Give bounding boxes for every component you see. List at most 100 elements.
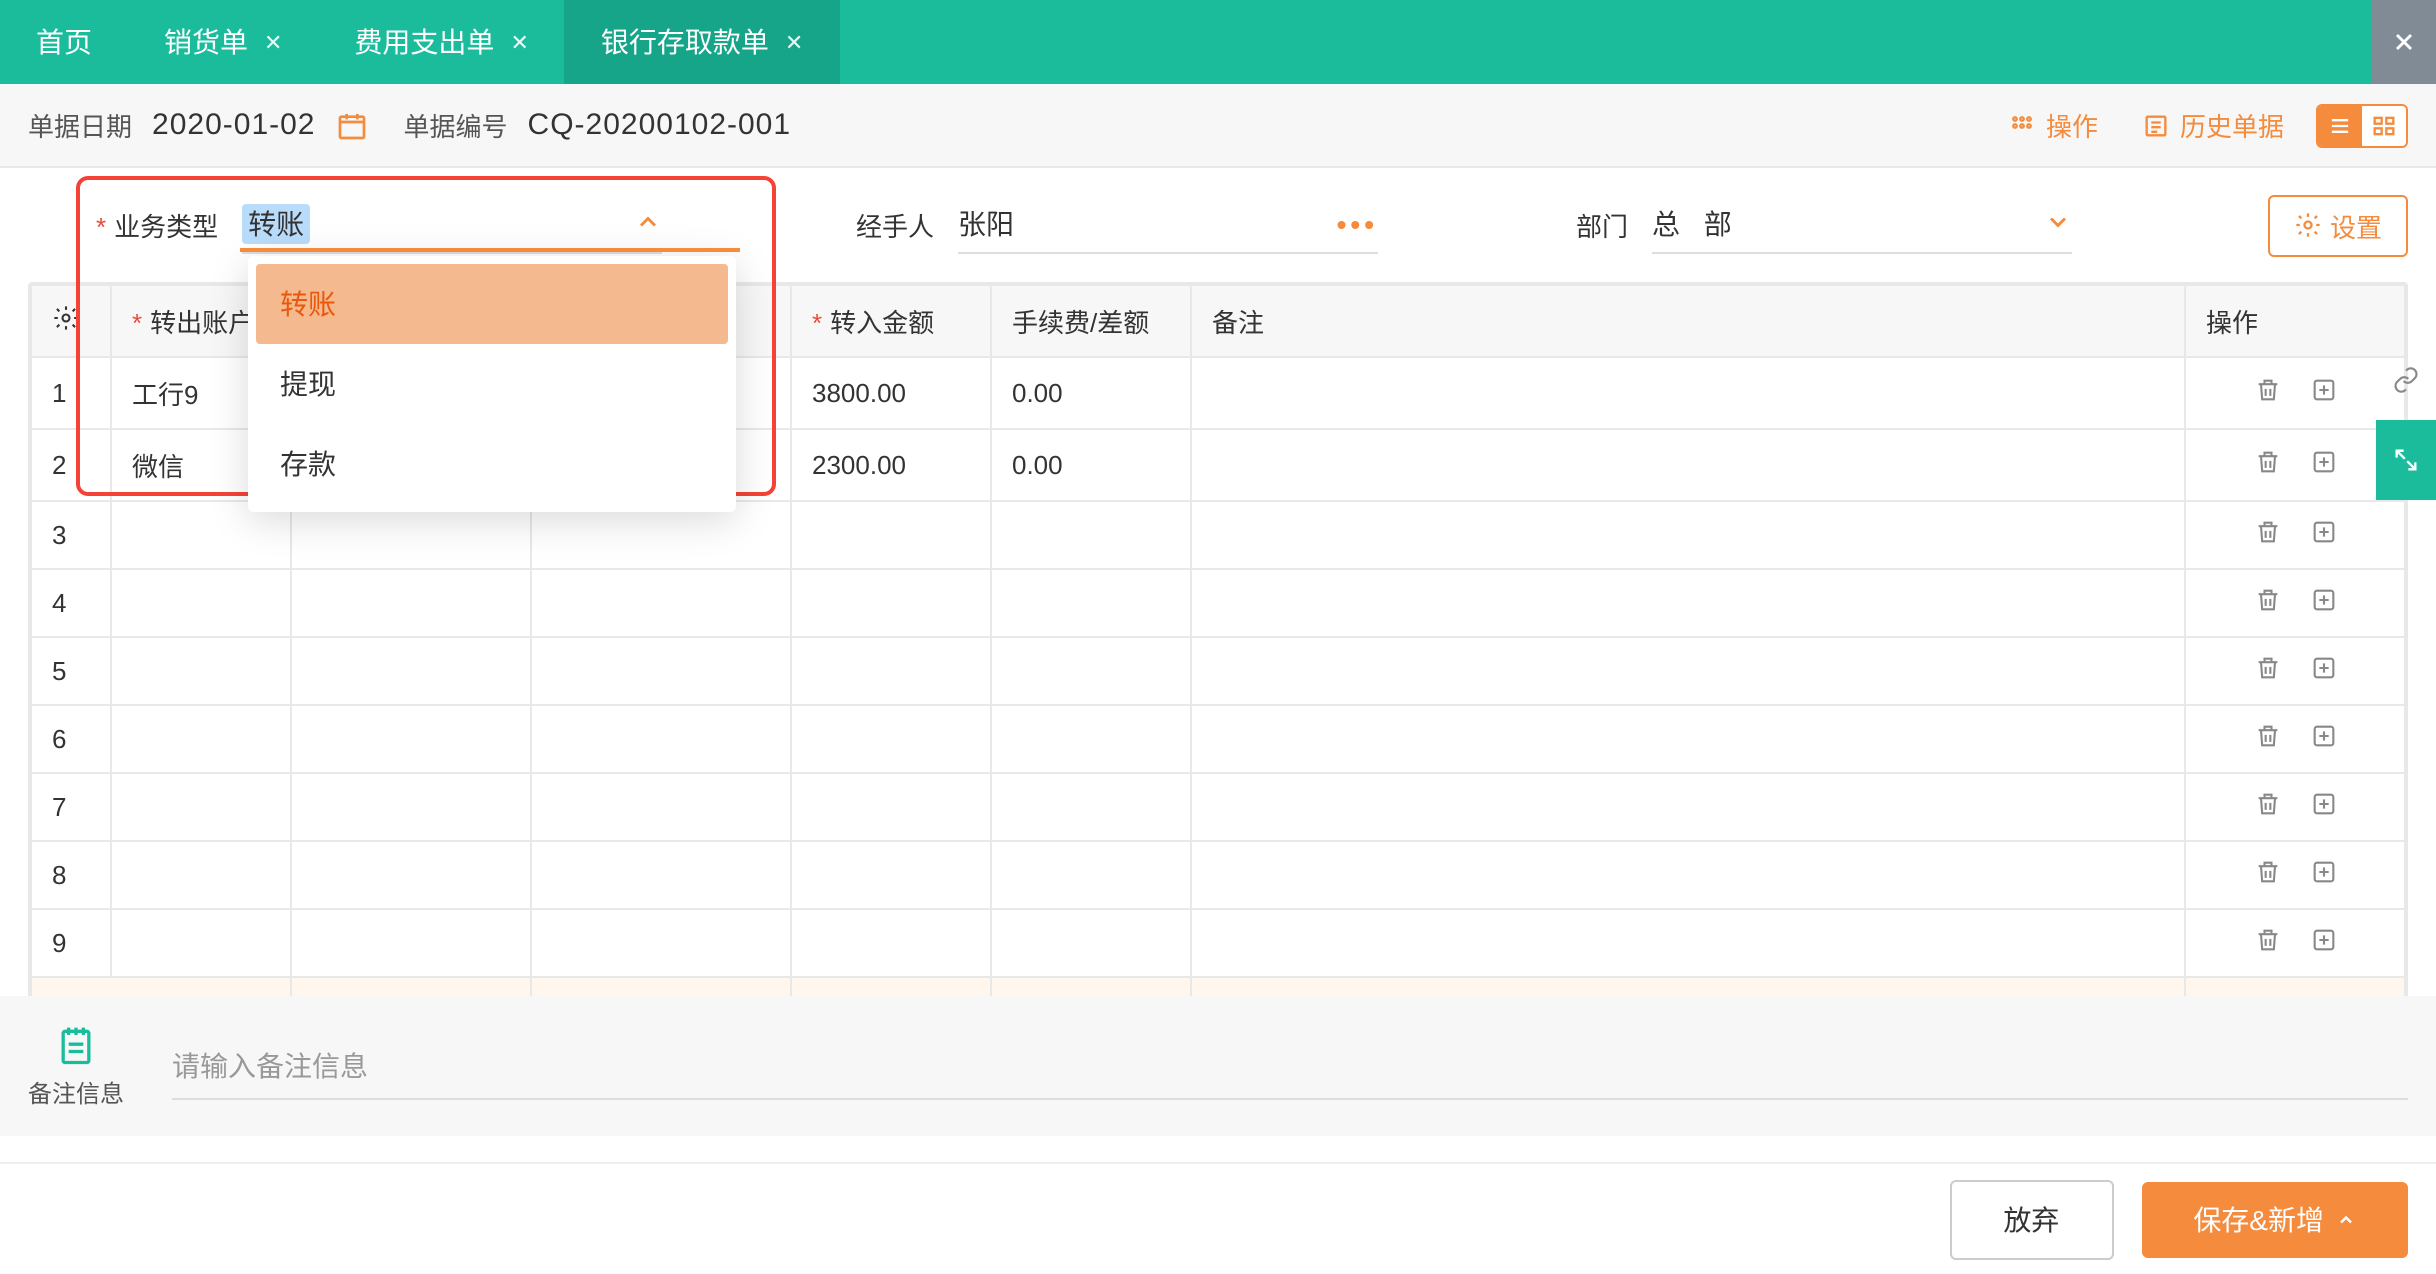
cell-out-acct[interactable] xyxy=(111,637,291,705)
cell-remark[interactable] xyxy=(1191,637,2185,705)
cell-in-acct[interactable] xyxy=(531,773,791,841)
close-icon[interactable]: ✕ xyxy=(510,29,528,55)
cell-in-acct[interactable] xyxy=(531,909,791,977)
delete-row-button[interactable] xyxy=(2253,518,2281,552)
cell-in-amount[interactable] xyxy=(791,841,991,909)
tab-销货单[interactable]: 销货单✕ xyxy=(128,0,318,84)
cell-out-amount[interactable] xyxy=(291,773,531,841)
dept-label: 部门 xyxy=(1576,206,1628,244)
view-list-button[interactable] xyxy=(2318,105,2362,145)
cell-in-amount[interactable] xyxy=(791,909,991,977)
ops-button[interactable]: 操作 xyxy=(1996,106,2110,144)
delete-row-button[interactable] xyxy=(2253,926,2281,960)
row-index: 2 xyxy=(31,429,111,501)
delete-row-button[interactable] xyxy=(2253,376,2281,410)
discard-button[interactable]: 放弃 xyxy=(1949,1179,2113,1259)
cell-fee[interactable] xyxy=(991,773,1191,841)
cell-out-amount[interactable] xyxy=(291,569,531,637)
cell-fee[interactable] xyxy=(991,841,1191,909)
cell-in-amount[interactable] xyxy=(791,773,991,841)
row-index: 1 xyxy=(31,357,111,429)
cell-out-amount[interactable] xyxy=(291,637,531,705)
cell-out-amount[interactable] xyxy=(291,841,531,909)
cell-in-amount[interactable] xyxy=(791,637,991,705)
cell-remark[interactable] xyxy=(1191,357,2185,429)
calendar-icon[interactable] xyxy=(336,109,368,141)
dept-select[interactable]: 总 部 xyxy=(1652,196,2072,254)
insert-row-button[interactable] xyxy=(2309,722,2337,756)
delete-row-button[interactable] xyxy=(2253,722,2281,756)
cell-out-acct[interactable] xyxy=(111,705,291,773)
dropdown-item-提现[interactable]: 提现 xyxy=(256,344,728,424)
insert-row-button[interactable] xyxy=(2309,518,2337,552)
cell-ops xyxy=(2185,705,2405,773)
cell-out-acct[interactable] xyxy=(111,773,291,841)
attachment-button[interactable] xyxy=(2376,340,2436,420)
remark-input[interactable]: 请输入备注信息 xyxy=(172,1033,2408,1099)
insert-row-button[interactable] xyxy=(2309,858,2337,892)
cell-in-amount[interactable] xyxy=(791,569,991,637)
date-value[interactable]: 2020-01-02 xyxy=(152,108,315,142)
cell-remark[interactable] xyxy=(1191,841,2185,909)
cell-ops xyxy=(2185,429,2405,501)
cell-in-acct[interactable] xyxy=(531,705,791,773)
insert-row-button[interactable] xyxy=(2309,586,2337,620)
cell-remark[interactable] xyxy=(1191,773,2185,841)
cell-fee[interactable]: 0.00 xyxy=(991,429,1191,501)
cell-in-acct[interactable] xyxy=(531,841,791,909)
cell-in-amount[interactable]: 2300.00 xyxy=(791,429,991,501)
trash-icon xyxy=(2253,722,2281,750)
view-card-button[interactable] xyxy=(2362,105,2406,145)
cell-remark[interactable] xyxy=(1191,705,2185,773)
tab-首页[interactable]: 首页 xyxy=(0,0,128,84)
cell-out-amount[interactable] xyxy=(291,909,531,977)
trash-icon xyxy=(2253,448,2281,476)
cell-out-acct[interactable] xyxy=(111,909,291,977)
row-index: 5 xyxy=(31,637,111,705)
cell-remark[interactable] xyxy=(1191,501,2185,569)
fullscreen-button[interactable] xyxy=(2376,420,2436,500)
close-icon[interactable]: ✕ xyxy=(264,29,282,55)
handler-select[interactable]: 张阳 ••• xyxy=(958,196,1378,254)
delete-row-button[interactable] xyxy=(2253,448,2281,482)
tab-银行存取款单[interactable]: 银行存取款单✕ xyxy=(565,0,839,84)
insert-row-button[interactable] xyxy=(2309,376,2337,410)
cards-icon xyxy=(2370,111,2398,139)
insert-row-button[interactable] xyxy=(2309,654,2337,688)
cell-remark[interactable] xyxy=(1191,909,2185,977)
cell-in-amount[interactable]: 3800.00 xyxy=(791,357,991,429)
biz-type-select[interactable]: 转账 xyxy=(242,196,662,254)
cell-fee[interactable] xyxy=(991,501,1191,569)
save-button[interactable]: 保存&新增 xyxy=(2141,1181,2408,1257)
cell-in-amount[interactable] xyxy=(791,705,991,773)
gear-header[interactable] xyxy=(31,285,111,357)
dropdown-item-转账[interactable]: 转账 xyxy=(256,264,728,344)
insert-row-button[interactable] xyxy=(2309,448,2337,482)
settings-button[interactable]: 设置 xyxy=(2268,194,2408,256)
tabbar-close-button[interactable] xyxy=(2372,0,2436,84)
cell-in-acct[interactable] xyxy=(531,569,791,637)
cell-out-acct[interactable] xyxy=(111,569,291,637)
tab-费用支出单[interactable]: 费用支出单✕ xyxy=(318,0,564,84)
delete-row-button[interactable] xyxy=(2253,858,2281,892)
delete-row-button[interactable] xyxy=(2253,790,2281,824)
delete-row-button[interactable] xyxy=(2253,586,2281,620)
insert-row-button[interactable] xyxy=(2309,926,2337,960)
delete-row-button[interactable] xyxy=(2253,654,2281,688)
cell-fee[interactable] xyxy=(991,705,1191,773)
history-button[interactable]: 历史单据 xyxy=(2130,106,2296,144)
cell-fee[interactable] xyxy=(991,569,1191,637)
cell-out-amount[interactable] xyxy=(291,705,531,773)
cell-in-acct[interactable] xyxy=(531,637,791,705)
dropdown-item-存款[interactable]: 存款 xyxy=(256,424,728,504)
cell-remark[interactable] xyxy=(1191,429,2185,501)
cell-remark[interactable] xyxy=(1191,569,2185,637)
cell-fee[interactable] xyxy=(991,637,1191,705)
cell-fee[interactable] xyxy=(991,909,1191,977)
cell-fee[interactable]: 0.00 xyxy=(991,357,1191,429)
cell-out-acct[interactable] xyxy=(111,841,291,909)
close-icon[interactable]: ✕ xyxy=(785,29,803,55)
insert-row-button[interactable] xyxy=(2309,790,2337,824)
ops-label: 操作 xyxy=(2046,106,2098,144)
cell-in-amount[interactable] xyxy=(791,501,991,569)
